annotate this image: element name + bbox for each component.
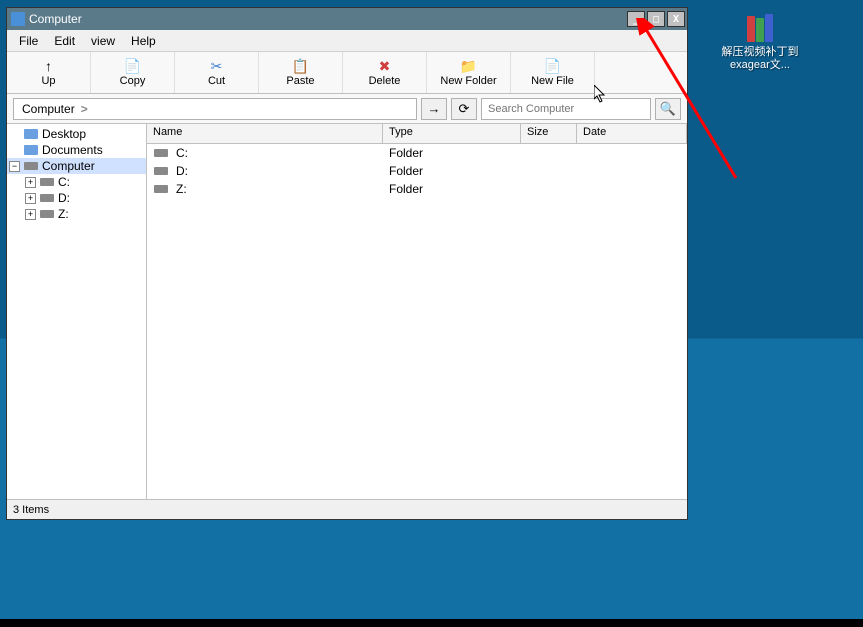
tree-documents[interactable]: Documents (7, 142, 146, 158)
status-text: 3 Items (13, 504, 49, 516)
computer-icon (23, 160, 39, 172)
breadcrumb[interactable]: Computer > (13, 98, 417, 120)
drive-icon (39, 208, 55, 220)
tree-desktop[interactable]: Desktop (7, 126, 146, 142)
column-name[interactable]: Name (147, 124, 383, 143)
cut-label: Cut (208, 75, 225, 87)
list-row[interactable]: Z: Folder (147, 180, 687, 198)
statusbar: 3 Items (7, 499, 687, 519)
tree-label: Desktop (42, 127, 86, 141)
new-file-button[interactable]: 📄 New File (511, 52, 595, 93)
breadcrumb-item[interactable]: Computer (18, 102, 79, 116)
file-manager-window: Computer _ □ X File Edit view Help ↑ Up … (6, 7, 688, 520)
search-input[interactable] (481, 98, 651, 120)
tree-label: Documents (42, 143, 103, 157)
new-folder-label: New Folder (440, 75, 496, 87)
tree-computer[interactable]: − Computer (7, 158, 146, 174)
arrow-right-icon: → (428, 101, 441, 116)
list-body[interactable]: C: Folder D: Folder Z: Folder (147, 144, 687, 499)
paste-icon: 📋 (293, 58, 309, 74)
new-folder-icon: 📁 (461, 58, 477, 74)
desktop-shortcut[interactable]: 解压视频补丁到exagear文... (720, 10, 800, 72)
maximize-button[interactable]: □ (647, 11, 665, 27)
menubar: File Edit view Help (7, 30, 687, 52)
titlebar[interactable]: Computer _ □ X (7, 8, 687, 30)
tree-drive-c[interactable]: + C: (7, 174, 146, 190)
navbar: Computer > → ⟳ 🔍 (7, 94, 687, 124)
up-label: Up (41, 75, 55, 87)
copy-button[interactable]: 📄 Copy (91, 52, 175, 93)
tree-label: Z: (58, 207, 69, 221)
delete-icon: ✖ (377, 58, 393, 74)
menu-help[interactable]: Help (123, 32, 164, 50)
new-file-label: New File (531, 75, 574, 87)
expand-toggle[interactable]: + (25, 209, 36, 220)
up-arrow-icon: ↑ (41, 58, 57, 74)
row-name: C: (176, 146, 188, 160)
column-size[interactable]: Size (521, 124, 577, 143)
tree-drive-z[interactable]: + Z: (7, 206, 146, 222)
drive-icon (153, 183, 169, 195)
taskbar[interactable] (0, 619, 863, 627)
folder-icon (23, 128, 39, 140)
app-icon (11, 12, 25, 26)
shortcut-label: 解压视频补丁到exagear文... (720, 46, 800, 72)
column-type[interactable]: Type (383, 124, 521, 143)
delete-button[interactable]: ✖ Delete (343, 52, 427, 93)
go-button[interactable]: → (421, 98, 447, 120)
row-name: D: (176, 164, 188, 178)
menu-edit[interactable]: Edit (46, 32, 83, 50)
sidebar-tree[interactable]: Desktop Documents − Computer + C: + D: (7, 124, 147, 499)
tree-label: C: (58, 175, 70, 189)
refresh-icon: ⟳ (459, 101, 470, 117)
column-date[interactable]: Date (577, 124, 687, 143)
folder-icon (23, 144, 39, 156)
cut-button[interactable]: ✂ Cut (175, 52, 259, 93)
tree-label: Computer (42, 159, 95, 173)
new-folder-button[interactable]: 📁 New Folder (427, 52, 511, 93)
toolbar: ↑ Up 📄 Copy ✂ Cut 📋 Paste ✖ Delete 📁 New… (7, 52, 687, 94)
window-title: Computer (29, 12, 627, 26)
paste-button[interactable]: 📋 Paste (259, 52, 343, 93)
copy-label: Copy (120, 75, 146, 87)
paste-label: Paste (286, 75, 314, 87)
drive-icon (39, 192, 55, 204)
up-button[interactable]: ↑ Up (7, 52, 91, 93)
copy-icon: 📄 (125, 58, 141, 74)
tree-drive-d[interactable]: + D: (7, 190, 146, 206)
menu-view[interactable]: view (83, 32, 123, 50)
drive-icon (39, 176, 55, 188)
list-row[interactable]: C: Folder (147, 144, 687, 162)
search-icon: 🔍 (660, 101, 676, 117)
expand-toggle[interactable]: + (25, 193, 36, 204)
row-type: Folder (383, 163, 521, 179)
row-name: Z: (176, 182, 187, 196)
content-area: Desktop Documents − Computer + C: + D: (7, 124, 687, 499)
drive-icon (153, 147, 169, 159)
minimize-button[interactable]: _ (627, 11, 645, 27)
row-type: Folder (383, 181, 521, 197)
delete-label: Delete (369, 75, 401, 87)
search-button[interactable]: 🔍 (655, 98, 681, 120)
cut-icon: ✂ (209, 58, 225, 74)
close-button[interactable]: X (667, 11, 685, 27)
breadcrumb-separator: > (79, 102, 90, 116)
list-row[interactable]: D: Folder (147, 162, 687, 180)
drive-icon (153, 165, 169, 177)
collapse-toggle[interactable]: − (9, 161, 20, 172)
archive-icon (740, 10, 780, 42)
list-header: Name Type Size Date (147, 124, 687, 144)
tree-label: D: (58, 191, 70, 205)
new-file-icon: 📄 (545, 58, 561, 74)
file-list: Name Type Size Date C: Folder D: Folder … (147, 124, 687, 499)
menu-file[interactable]: File (11, 32, 46, 50)
row-type: Folder (383, 145, 521, 161)
expand-toggle[interactable]: + (25, 177, 36, 188)
refresh-button[interactable]: ⟳ (451, 98, 477, 120)
